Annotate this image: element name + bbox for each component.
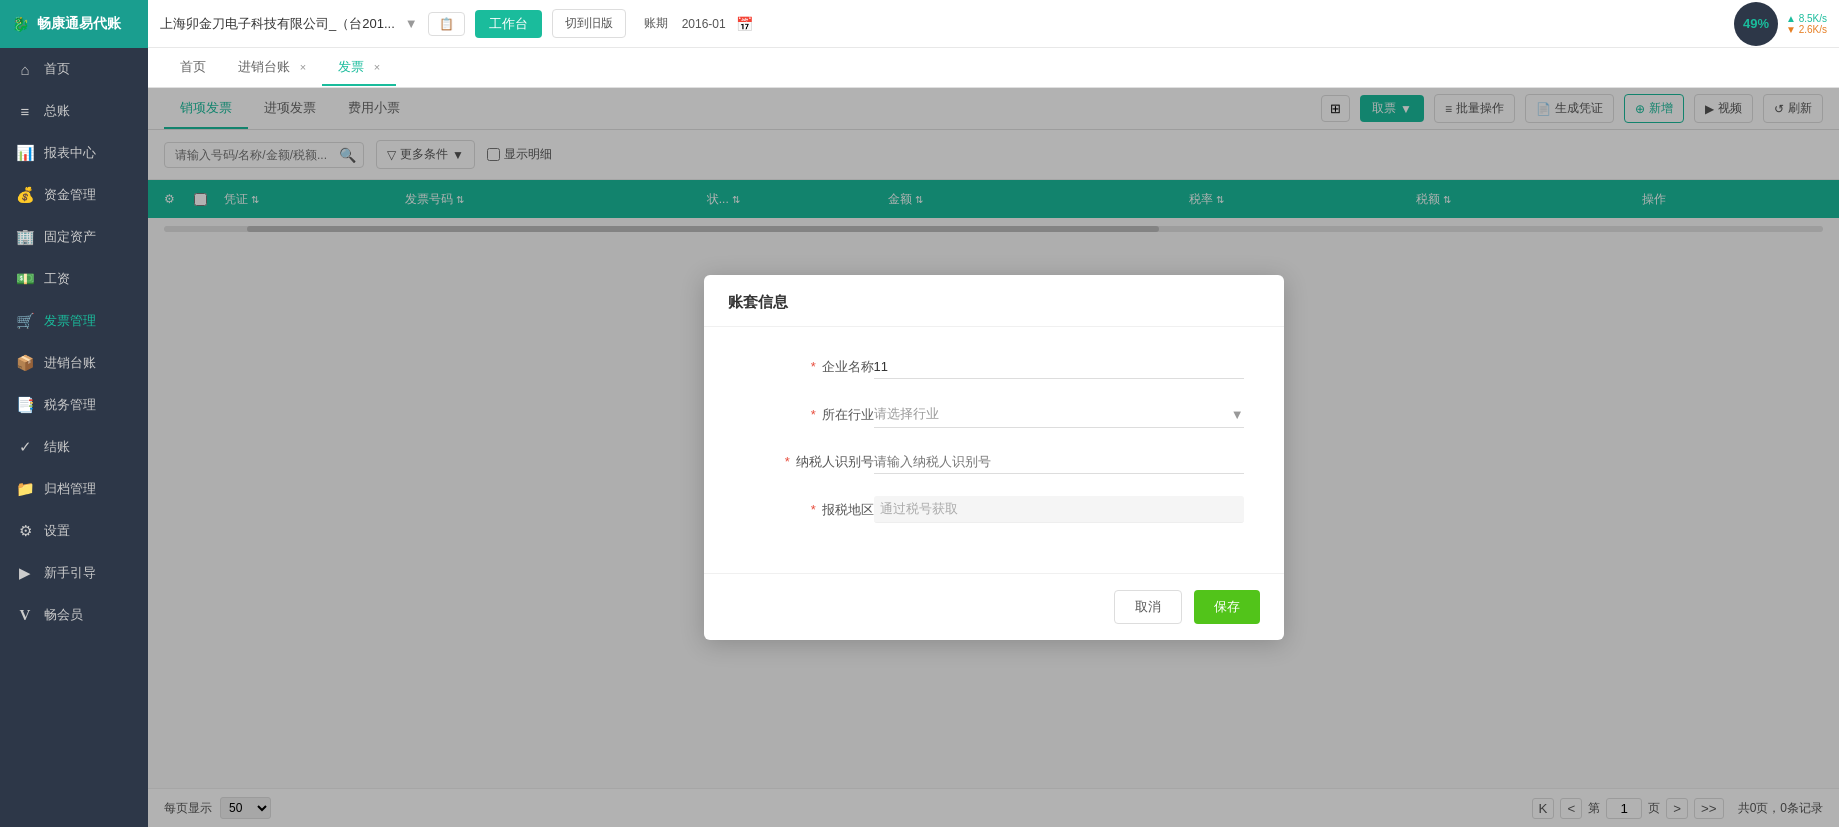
salary-icon: 💵 [16, 270, 34, 288]
period-value: 2016-01 [682, 17, 726, 31]
sidebar-item-archive[interactable]: 📁 归档管理 [0, 468, 148, 510]
sidebar-logo: 🐉 畅康通易代账 [0, 0, 148, 48]
required-star-taxid: * [785, 454, 790, 469]
sidebar-label-ledger: 总账 [44, 102, 70, 120]
speed-circle: 49% [1734, 2, 1778, 46]
guide-icon: ▶ [16, 564, 34, 582]
sidebar-item-member[interactable]: V 畅会员 [0, 594, 148, 636]
cancel-button[interactable]: 取消 [1114, 590, 1182, 624]
sidebar-item-ledger[interactable]: ≡ 总账 [0, 90, 148, 132]
logo-icon: 🐉 [12, 16, 29, 32]
sidebar-item-assets[interactable]: 🏢 固定资产 [0, 216, 148, 258]
industry-label: * 所在行业 [744, 406, 874, 424]
industry-select[interactable]: 请选择行业 ▼ [874, 401, 1244, 428]
company-name-label: * 企业名称 [744, 358, 874, 376]
sidebar-item-tax[interactable]: 📑 税务管理 [0, 384, 148, 426]
form-row-tax-id: * 纳税人识别号 [744, 450, 1244, 474]
tab-purchase-close[interactable]: × [300, 61, 306, 73]
sidebar-label-settle: 结账 [44, 438, 70, 456]
dialog-overlay: 账套信息 * 企业名称 [148, 88, 1839, 827]
company-name-input[interactable] [874, 355, 1244, 379]
speed-percent: 49% [1743, 16, 1769, 31]
speed-download: ▼ 2.6K/s [1786, 24, 1827, 35]
invoice-icon: 🛒 [16, 312, 34, 330]
sidebar-label-tax: 税务管理 [44, 396, 96, 414]
speed-group: 49% ▲ 8.5K/s ▼ 2.6K/s [1734, 2, 1827, 46]
tax-region-display: 通过税号获取 [874, 496, 1244, 523]
dialog-header: 账套信息 [704, 275, 1284, 327]
industry-placeholder: 请选择行业 [874, 405, 939, 423]
dropdown-icon[interactable]: ▼ [405, 16, 418, 31]
sidebar-item-reports[interactable]: 📊 报表中心 [0, 132, 148, 174]
dialog-footer: 取消 保存 [704, 573, 1284, 640]
sidebar-item-guide[interactable]: ▶ 新手引导 [0, 552, 148, 594]
assets-icon: 🏢 [16, 228, 34, 246]
dialog-title: 账套信息 [728, 293, 788, 310]
sidebar-label-archive: 归档管理 [44, 480, 96, 498]
settle-icon: ✓ [16, 438, 34, 456]
sidebar-item-home[interactable]: ⌂ 首页 [0, 48, 148, 90]
sidebar-item-settle[interactable]: ✓ 结账 [0, 426, 148, 468]
tax-icon: 📑 [16, 396, 34, 414]
topbar: 上海卯金刀电子科技有限公司_（台201... ▼ 📋 工作台 切到旧版 账期 2… [148, 0, 1839, 48]
company-name: 上海卯金刀电子科技有限公司_（台201... [160, 15, 395, 33]
tax-region-label: * 报税地区 [744, 501, 874, 519]
speed-upload: ▲ 8.5K/s [1786, 13, 1827, 24]
workbench-button[interactable]: 工作台 [475, 10, 542, 38]
content-area: 销项发票 进项发票 费用小票 ⊞ 取票 ▼ ≡ 批量操作 [148, 88, 1839, 827]
sidebar-item-finance[interactable]: 💰 资金管理 [0, 174, 148, 216]
form-row-tax-region: * 报税地区 通过税号获取 [744, 496, 1244, 523]
ledger-icon: ≡ [16, 103, 34, 120]
topbar-right: 49% ▲ 8.5K/s ▼ 2.6K/s [1734, 2, 1827, 46]
sidebar-item-settings[interactable]: ⚙ 设置 [0, 510, 148, 552]
speed-values: ▲ 8.5K/s ▼ 2.6K/s [1786, 13, 1827, 35]
archive-icon: 📁 [16, 480, 34, 498]
form-row-company: * 企业名称 [744, 355, 1244, 379]
tax-id-input[interactable] [874, 450, 1244, 474]
sidebar-item-purchase[interactable]: 📦 进销台账 [0, 342, 148, 384]
dialog-body: * 企业名称 * 所在行业 请选择行业 [704, 327, 1284, 573]
sidebar-label-home: 首页 [44, 60, 70, 78]
tax-id-label: * 纳税人识别号 [744, 453, 874, 471]
sidebar-label-member: 畅会员 [44, 606, 83, 624]
sidebar-label-assets: 固定资产 [44, 228, 96, 246]
member-icon: V [16, 607, 34, 624]
home-icon: ⌂ [16, 61, 34, 78]
industry-dropdown-icon: ▼ [1231, 407, 1244, 422]
settings-icon: ⚙ [16, 522, 34, 540]
required-star-region: * [811, 502, 816, 517]
reports-icon: 📊 [16, 144, 34, 162]
sidebar: 🐉 畅康通易代账 ⌂ 首页 ≡ 总账 📊 报表中心 💰 资金管理 🏢 固定资产 … [0, 0, 148, 827]
required-star-industry: * [811, 407, 816, 422]
tab-home[interactable]: 首页 [164, 50, 222, 86]
sidebar-label-salary: 工资 [44, 270, 70, 288]
save-button[interactable]: 保存 [1194, 590, 1260, 624]
sidebar-label-finance: 资金管理 [44, 186, 96, 204]
purchase-icon: 📦 [16, 354, 34, 372]
main-area: 上海卯金刀电子科技有限公司_（台201... ▼ 📋 工作台 切到旧版 账期 2… [148, 0, 1839, 827]
logo-text: 畅康通易代账 [37, 15, 121, 33]
period-label: 账期 [644, 15, 668, 32]
form-row-industry: * 所在行业 请选择行业 ▼ [744, 401, 1244, 428]
sidebar-label-settings: 设置 [44, 522, 70, 540]
sidebar-item-invoice[interactable]: 🛒 发票管理 [0, 300, 148, 342]
sidebar-item-salary[interactable]: 💵 工资 [0, 258, 148, 300]
sidebar-label-purchase: 进销台账 [44, 354, 96, 372]
account-info-dialog: 账套信息 * 企业名称 [704, 275, 1284, 640]
copy-button[interactable]: 📋 [428, 12, 465, 36]
finance-icon: 💰 [16, 186, 34, 204]
tab-purchase[interactable]: 进销台账 × [222, 50, 322, 86]
required-star-company: * [811, 359, 816, 374]
tab-invoice-close[interactable]: × [374, 61, 380, 73]
sidebar-label-reports: 报表中心 [44, 144, 96, 162]
calendar-icon[interactable]: 📅 [736, 16, 753, 32]
sidebar-label-guide: 新手引导 [44, 564, 96, 582]
old-version-button[interactable]: 切到旧版 [552, 9, 626, 38]
tabs-bar: 首页 进销台账 × 发票 × [148, 48, 1839, 88]
tab-invoice[interactable]: 发票 × [322, 50, 396, 86]
sidebar-label-invoice: 发票管理 [44, 312, 96, 330]
